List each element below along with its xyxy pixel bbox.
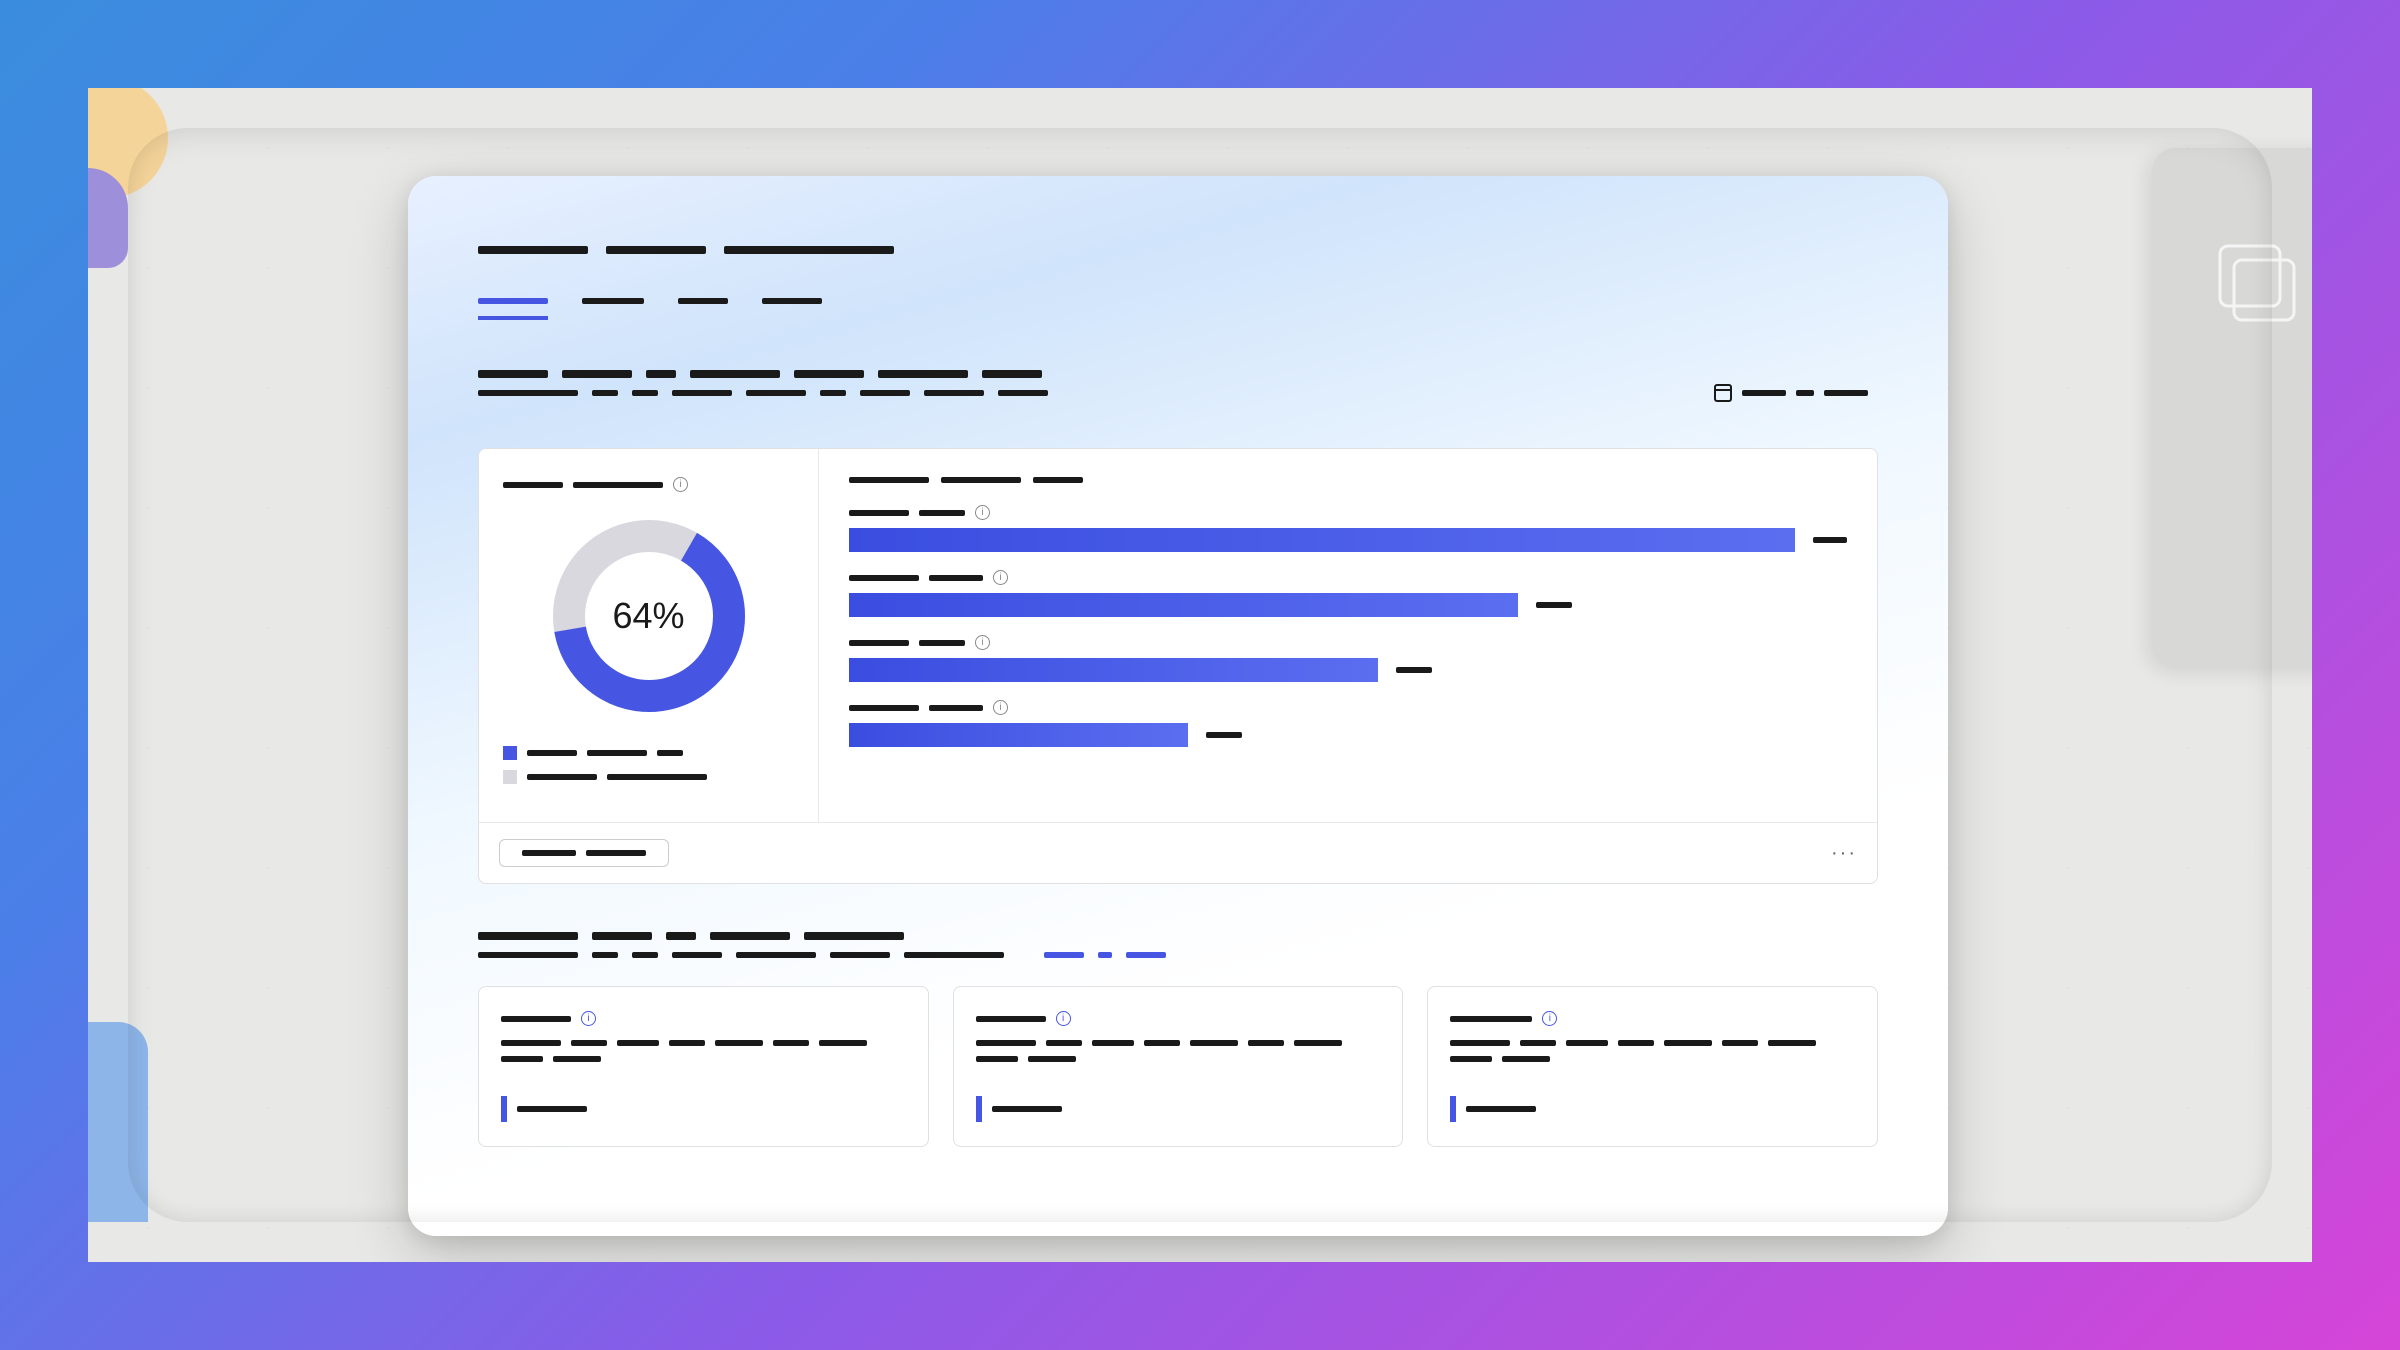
donut-section: i 64% xyxy=(479,449,819,822)
mini-card-stat xyxy=(1450,1096,1855,1122)
mini-card[interactable]: i xyxy=(478,986,929,1147)
accent-tick-icon xyxy=(976,1096,982,1122)
donut-chart: 64% xyxy=(549,516,749,716)
tabs xyxy=(478,292,1878,320)
bars-title xyxy=(1033,477,1083,483)
bar-label xyxy=(849,510,909,516)
mini-card-stat xyxy=(501,1096,906,1122)
dashboard-card: i 64% xyxy=(408,176,1948,1236)
section-2: i i i xyxy=(478,932,1878,1147)
bar-label xyxy=(849,575,919,581)
info-icon[interactable]: i xyxy=(975,505,990,520)
info-icon[interactable]: i xyxy=(1542,1011,1557,1026)
legend-swatch xyxy=(503,770,517,784)
bar-value xyxy=(1206,732,1242,738)
mini-card-desc xyxy=(976,1040,1381,1062)
side-card-peek xyxy=(2152,148,2312,668)
bar-fill xyxy=(849,528,1795,552)
bar-group: i xyxy=(849,700,1847,747)
info-icon[interactable]: i xyxy=(1056,1011,1071,1026)
more-menu-icon[interactable]: ··· xyxy=(1831,842,1857,865)
usage-panel: i 64% xyxy=(478,448,1878,884)
panel-footer: ··· xyxy=(479,822,1877,883)
legend-item xyxy=(503,770,794,784)
bar-value xyxy=(1536,602,1572,608)
bar-label xyxy=(929,575,983,581)
breadcrumb-item[interactable] xyxy=(724,246,894,254)
bars-section: i i i i xyxy=(819,449,1877,822)
mini-card-stat xyxy=(976,1096,1381,1122)
bar-group: i xyxy=(849,505,1847,552)
bar-fill xyxy=(849,593,1518,617)
breadcrumb-item[interactable] xyxy=(478,246,588,254)
bar-label xyxy=(929,705,983,711)
donut-title xyxy=(573,482,663,488)
mini-card-desc xyxy=(1450,1040,1855,1062)
bars-title xyxy=(941,477,1021,483)
avatar-decoration-bottom xyxy=(88,942,158,1222)
accent-tick-icon xyxy=(1450,1096,1456,1122)
info-icon[interactable]: i xyxy=(673,477,688,492)
bar-fill xyxy=(849,723,1188,747)
gradient-frame: i 64% xyxy=(0,0,2400,1350)
date-range-picker[interactable] xyxy=(1704,378,1878,408)
bars-title xyxy=(849,477,929,483)
info-icon[interactable]: i xyxy=(581,1011,596,1026)
tab-2[interactable] xyxy=(582,292,644,320)
desk-surface: i 64% xyxy=(88,88,2312,1262)
mini-card-title xyxy=(1450,1016,1532,1022)
tab-4[interactable] xyxy=(762,292,822,320)
mini-card-title xyxy=(976,1016,1046,1022)
link[interactable] xyxy=(1098,952,1112,958)
bar-label xyxy=(849,705,919,711)
breadcrumb-item[interactable] xyxy=(606,246,706,254)
mini-card[interactable]: i xyxy=(953,986,1404,1147)
mini-card-title xyxy=(501,1016,571,1022)
accent-tick-icon xyxy=(501,1096,507,1122)
bar-label xyxy=(919,510,965,516)
bar-value xyxy=(1813,537,1847,543)
info-icon[interactable]: i xyxy=(975,635,990,650)
mini-card[interactable]: i xyxy=(1427,986,1878,1147)
link[interactable] xyxy=(1126,952,1166,958)
bar-group: i xyxy=(849,635,1847,682)
info-icon[interactable]: i xyxy=(993,700,1008,715)
legend-swatch xyxy=(503,746,517,760)
bar-group: i xyxy=(849,570,1847,617)
avatar-decoration-top xyxy=(88,88,188,308)
donut-center-value: 64% xyxy=(549,516,749,716)
mini-card-desc xyxy=(501,1040,906,1062)
calendar-icon xyxy=(1714,384,1732,402)
breadcrumb xyxy=(478,246,1878,254)
bar-label xyxy=(849,640,909,646)
tab-1[interactable] xyxy=(478,292,548,320)
bar-label xyxy=(919,640,965,646)
section-header xyxy=(478,370,1878,408)
tab-3[interactable] xyxy=(678,292,728,320)
donut-title xyxy=(503,482,563,488)
view-details-button[interactable] xyxy=(499,839,669,867)
info-icon[interactable]: i xyxy=(993,570,1008,585)
link[interactable] xyxy=(1044,952,1084,958)
bar-value xyxy=(1396,667,1432,673)
legend-item xyxy=(503,746,794,760)
bar-fill xyxy=(849,658,1378,682)
